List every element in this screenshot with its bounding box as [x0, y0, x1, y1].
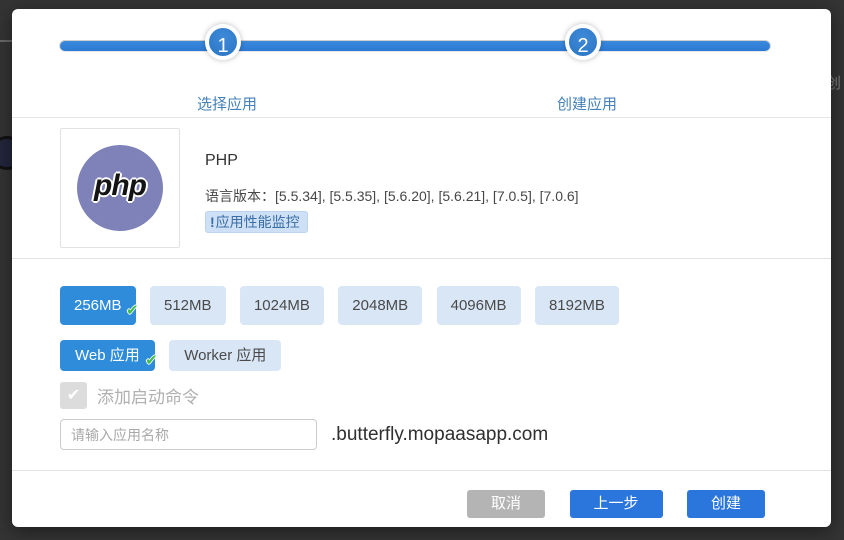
app-type-label: Web 应用	[75, 347, 140, 364]
memory-option-label: 2048MB	[352, 297, 409, 314]
app-name-input[interactable]	[60, 419, 317, 450]
domain-suffix: .butterfly.mopaasapp.com	[331, 423, 549, 445]
cancel-button[interactable]: 取消	[467, 490, 546, 518]
selected-app-section: php PHP 语言版本：[5.5.34], [5.5.35], [5.6.20…	[12, 119, 831, 259]
step-2-circle[interactable]: 2	[565, 24, 601, 60]
memory-option-label: 256MB	[74, 297, 122, 314]
progress-track	[59, 40, 771, 52]
app-type-label: Worker 应用	[184, 347, 267, 364]
step-2-label: 创建应用	[556, 96, 617, 113]
app-versions: 语言版本：[5.5.34], [5.5.35], [5.6.20], [5.6.…	[205, 188, 579, 204]
memory-option-1024mb[interactable]: 1024MB	[239, 286, 324, 325]
create-app-modal: 1 2 选择应用 创建应用 php PHP 语言版本：[5.5.34], [5.…	[12, 9, 831, 527]
backdrop-text-fragment-left	[0, 40, 12, 42]
step-1-circle[interactable]: 1	[205, 24, 241, 60]
memory-option-512mb[interactable]: 512MB	[149, 286, 226, 325]
memory-option-256mb[interactable]: 256MB ✔	[60, 286, 139, 325]
modal-footer: 取消 上一步 创建	[12, 470, 831, 527]
wizard-stepper: 1 2 选择应用 创建应用	[12, 9, 831, 118]
startup-command-label: 添加启动命令	[97, 388, 199, 407]
startup-command-row: ✔ 添加启动命令	[60, 382, 199, 409]
check-icon: ✔	[125, 302, 139, 319]
app-type-web[interactable]: Web 应用 ✔	[60, 340, 158, 371]
app-type-row: Web 应用 ✔ Worker 应用	[60, 340, 291, 371]
php-logo-text: php	[94, 169, 147, 202]
performance-monitor-badge-label: 应用性能监控	[215, 214, 300, 230]
app-name-row: .butterfly.mopaasapp.com	[60, 419, 548, 450]
check-icon: ✔	[145, 352, 158, 369]
memory-option-label: 512MB	[163, 297, 212, 314]
memory-option-label: 4096MB	[450, 297, 507, 314]
checkbox-check-icon: ✔	[66, 387, 81, 404]
progress-fill	[60, 41, 770, 51]
app-title: PHP	[205, 152, 238, 169]
app-card: php	[60, 128, 180, 248]
memory-options-row: 256MB ✔ 512MB 1024MB 2048MB 4096MB 8192M…	[60, 286, 629, 325]
previous-step-button[interactable]: 上一步	[569, 490, 663, 518]
memory-option-4096mb[interactable]: 4096MB	[436, 286, 521, 325]
app-type-worker[interactable]: Worker 应用	[169, 340, 282, 371]
memory-option-2048mb[interactable]: 2048MB	[338, 286, 423, 325]
memory-option-8192mb[interactable]: 8192MB	[534, 286, 619, 325]
startup-command-checkbox[interactable]: ✔	[60, 382, 87, 409]
php-logo-icon: php	[77, 145, 163, 231]
performance-monitor-badge: !应用性能监控	[205, 211, 308, 233]
memory-option-label: 1024MB	[253, 297, 310, 314]
create-button[interactable]: 创建	[686, 490, 765, 518]
performance-monitor-icon: !	[210, 214, 215, 230]
step-1-label: 选择应用	[196, 96, 257, 113]
memory-option-label: 8192MB	[548, 297, 605, 314]
